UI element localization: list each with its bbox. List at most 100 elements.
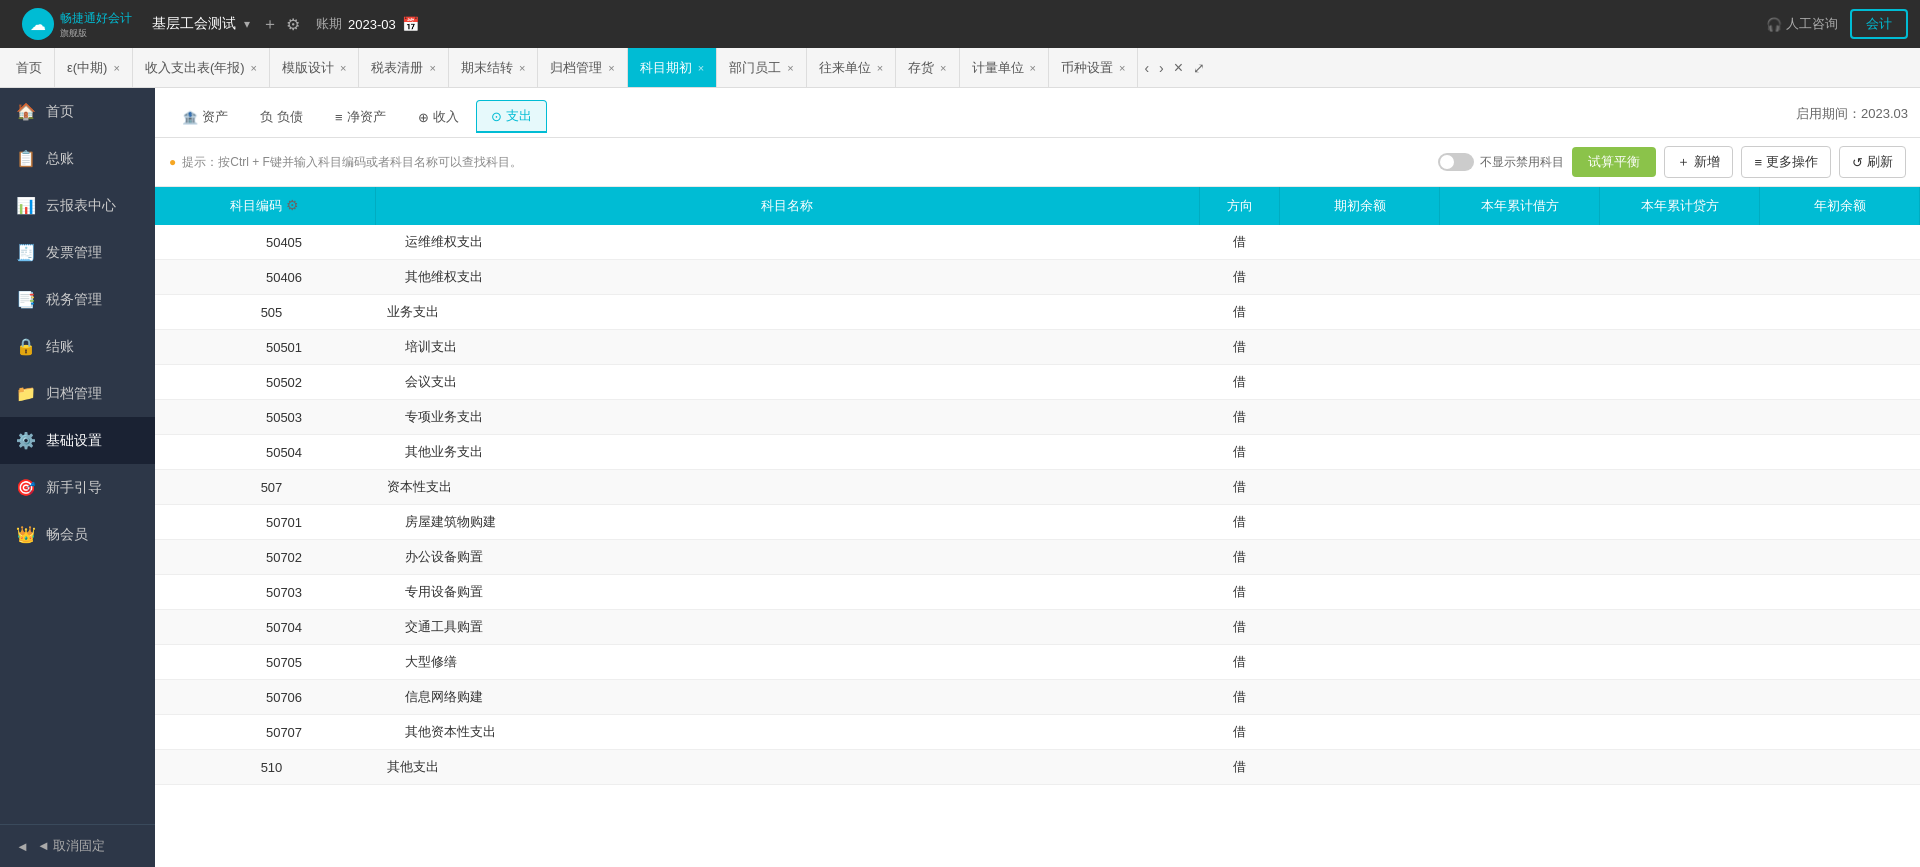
help-link[interactable]: 🎧 人工咨询	[1766, 15, 1838, 33]
tab-next-btn[interactable]: ›	[1155, 58, 1168, 78]
tab-dept[interactable]: 部门员工 ×	[717, 48, 806, 88]
table-row[interactable]: 50702 办公设备购置 借	[155, 540, 1920, 575]
table-row[interactable]: 50406 其他维权支出 借	[155, 260, 1920, 295]
toolbar-right: 不显示禁用科目 试算平衡 ＋ 新增 ≡ 更多操作 ↺ 刷新	[1438, 146, 1906, 178]
tab-unit-close[interactable]: ×	[877, 62, 883, 74]
tab-expand-btn[interactable]: ⤢	[1189, 58, 1209, 78]
tab-income[interactable]: 收入支出表(年报) ×	[133, 48, 270, 88]
sub-tab-income[interactable]: ⊕ 收入	[403, 101, 474, 132]
tab-prev-btn[interactable]: ‹	[1140, 58, 1153, 78]
sub-tab-expense[interactable]: ⊙ 支出	[476, 100, 547, 133]
balance-button[interactable]: 试算平衡	[1572, 147, 1656, 177]
tab-stock-close[interactable]: ×	[940, 62, 946, 74]
company-dropdown-icon[interactable]: ▾	[244, 17, 250, 31]
tab-template[interactable]: 模版设计 ×	[270, 48, 359, 88]
sub-tab-asset[interactable]: 🏦 资产	[167, 101, 243, 132]
tab-archive[interactable]: 归档管理 ×	[538, 48, 627, 88]
tab-currency-close[interactable]: ×	[1119, 62, 1125, 74]
table-row[interactable]: 50703 专用设备购置 借	[155, 575, 1920, 610]
sidebar-item-report-label: 云报表中心	[46, 197, 116, 215]
company-settings-icon[interactable]: ⚙	[286, 15, 300, 34]
tab-measure[interactable]: 计量单位 ×	[960, 48, 1049, 88]
disable-toggle[interactable]	[1438, 153, 1474, 171]
tab-currency[interactable]: 币种设置 ×	[1049, 48, 1138, 88]
tab-tax-close[interactable]: ×	[429, 62, 435, 74]
tab-stock[interactable]: 存货 ×	[896, 48, 959, 88]
refresh-button[interactable]: ↺ 刷新	[1839, 146, 1906, 178]
table-row[interactable]: 50502 会议支出 借	[155, 365, 1920, 400]
liability-icon: 负	[260, 108, 273, 126]
sidebar-item-tax[interactable]: 📑 税务管理	[0, 276, 155, 323]
tab-dept-close[interactable]: ×	[787, 62, 793, 74]
table-row[interactable]: 50704 交通工具购置 借	[155, 610, 1920, 645]
sub-tab-net-asset[interactable]: ≡ 净资产	[320, 101, 401, 132]
tab-period-end-close[interactable]: ×	[519, 62, 525, 74]
sidebar-item-invoice[interactable]: 🧾 发票管理	[0, 229, 155, 276]
cell-year	[1760, 750, 1920, 785]
cell-dir: 借	[1200, 750, 1280, 785]
cell-balance	[1280, 680, 1440, 715]
table-row[interactable]: 510 其他支出 借	[155, 750, 1920, 785]
cell-credit	[1600, 330, 1760, 365]
cell-dir: 借	[1200, 610, 1280, 645]
cell-credit	[1600, 400, 1760, 435]
tab-unit-label: 往来单位	[819, 59, 871, 77]
sidebar-item-home-label: 首页	[46, 103, 74, 121]
tab-subject-init-close[interactable]: ×	[698, 62, 704, 74]
tab-home[interactable]: 首页	[4, 48, 55, 88]
calendar-icon[interactable]: 📅	[402, 16, 419, 32]
tab-period-end[interactable]: 期末结转 ×	[449, 48, 538, 88]
table-row[interactable]: 50501 培训支出 借	[155, 330, 1920, 365]
tab-template-close[interactable]: ×	[340, 62, 346, 74]
sidebar-footer[interactable]: ◄ ◄ 取消固定	[0, 824, 155, 867]
tab-tax[interactable]: 税表清册 ×	[359, 48, 448, 88]
table-row[interactable]: 50705 大型修缮 借	[155, 645, 1920, 680]
sub-tab-liability[interactable]: 负 负债	[245, 101, 318, 132]
table-row[interactable]: 50706 信息网络购建 借	[155, 680, 1920, 715]
tab-archive-close[interactable]: ×	[608, 62, 614, 74]
table-row[interactable]: 50707 其他资本性支出 借	[155, 715, 1920, 750]
tab-unit[interactable]: 往来单位 ×	[807, 48, 896, 88]
user-button[interactable]: 会计	[1850, 9, 1908, 39]
cell-debit	[1440, 470, 1600, 505]
cell-code: 505	[155, 295, 375, 330]
tab-measure-close[interactable]: ×	[1030, 62, 1036, 74]
cell-debit	[1440, 435, 1600, 470]
sidebar-item-report[interactable]: 📊 云报表中心	[0, 182, 155, 229]
cell-balance	[1280, 750, 1440, 785]
tab-period-end-label: 期末结转	[461, 59, 513, 77]
table-row[interactable]: 507 资本性支出 借	[155, 470, 1920, 505]
sidebar-item-archive[interactable]: 📁 归档管理	[0, 370, 155, 417]
cell-name: 专用设备购置	[375, 575, 1200, 610]
cell-name: 其他资本性支出	[375, 715, 1200, 750]
cell-credit	[1600, 295, 1760, 330]
tab-mid-close[interactable]: ×	[113, 62, 119, 74]
tab-subject-init[interactable]: 科目期初 ×	[628, 48, 717, 88]
sidebar-item-settings[interactable]: ⚙️ 基础设置	[0, 417, 155, 464]
table-row[interactable]: 50405 运维维权支出 借	[155, 225, 1920, 260]
sidebar-item-ledger[interactable]: 📋 总账	[0, 135, 155, 182]
sidebar-item-home[interactable]: 🏠 首页	[0, 88, 155, 135]
col-header-year: 年初余额	[1760, 187, 1920, 225]
tab-close-all-btn[interactable]: ×	[1170, 57, 1187, 79]
add-button[interactable]: ＋ 新增	[1664, 146, 1733, 178]
add-company-icon[interactable]: ＋	[262, 14, 278, 35]
cell-credit	[1600, 365, 1760, 400]
cell-name: 信息网络购建	[375, 680, 1200, 715]
cell-credit	[1600, 435, 1760, 470]
tab-mid[interactable]: ε(中期) ×	[55, 48, 133, 88]
table-row[interactable]: 505 业务支出 借	[155, 295, 1920, 330]
tab-income-close[interactable]: ×	[251, 62, 257, 74]
table-row[interactable]: 50701 房屋建筑物购建 借	[155, 505, 1920, 540]
table-header-row: 科目编码 ⚙ 科目名称 方向 期初余额 本年累计借方 本年累计贷方 年初余额	[155, 187, 1920, 225]
sidebar-item-member[interactable]: 👑 畅会员	[0, 511, 155, 558]
tab-nav-btns: ‹ › × ⤢	[1140, 57, 1209, 79]
table-row[interactable]: 50503 专项业务支出 借	[155, 400, 1920, 435]
more-button[interactable]: ≡ 更多操作	[1741, 146, 1831, 178]
cell-code: 50503	[155, 400, 375, 435]
cell-year	[1760, 400, 1920, 435]
col-settings-btn[interactable]: ⚙	[286, 197, 299, 213]
sidebar-item-guide[interactable]: 🎯 新手引导	[0, 464, 155, 511]
sidebar-item-close[interactable]: 🔒 结账	[0, 323, 155, 370]
table-row[interactable]: 50504 其他业务支出 借	[155, 435, 1920, 470]
